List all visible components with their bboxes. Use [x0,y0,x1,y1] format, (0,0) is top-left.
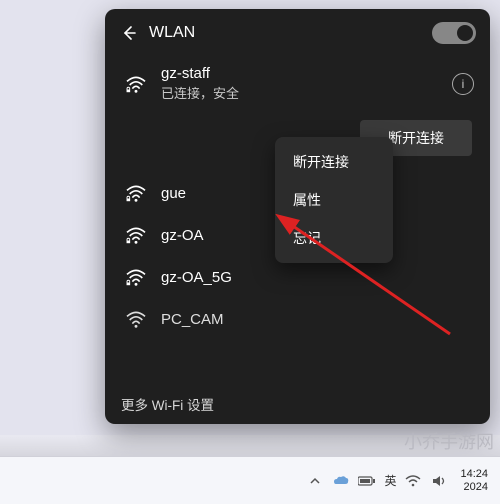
flyout-title: WLAN [149,24,432,42]
wifi-signal-icon [123,227,149,245]
network-info-button[interactable]: i [452,73,474,95]
wifi-toggle[interactable] [432,22,476,44]
ctx-disconnect[interactable]: 断开连接 [275,143,393,181]
tray-chevron-icon[interactable] [306,472,324,490]
taskbar-shadow [0,436,500,456]
network-name: gue [161,185,186,202]
battery-icon[interactable] [358,472,376,490]
wifi-flyout-panel: WLAN gz-staff 已连接，安全 i [105,9,490,424]
onedrive-icon[interactable] [332,472,350,490]
wifi-signal-icon [123,76,149,94]
network-name: gz-OA [161,227,204,244]
system-tray: 英 14:24 2024 [306,468,492,494]
network-name: gz-OA_5G [161,269,232,286]
network-text-block: gz-staff 已连接，安全 [161,65,452,102]
wifi-signal-icon [123,185,149,203]
arrow-left-icon [121,25,137,41]
network-status: 已连接，安全 [161,83,452,102]
tray-volume-icon[interactable] [430,472,448,490]
wifi-signal-icon [123,269,149,287]
taskbar: 英 14:24 2024 [0,456,500,504]
network-item[interactable]: PC_CAM [105,298,490,340]
taskbar-clock[interactable]: 14:24 2024 [456,468,492,494]
back-button[interactable] [115,19,143,47]
info-icon: i [462,77,465,91]
tray-wifi-icon[interactable] [404,472,422,490]
network-item-connected[interactable]: gz-staff 已连接，安全 i [105,55,490,108]
network-context-menu: 断开连接 属性 忘记 [275,137,393,263]
network-name: PC_CAM [161,311,224,328]
flyout-header: WLAN [105,9,490,55]
clock-date: 2024 [460,481,488,494]
ctx-properties[interactable]: 属性 [275,181,393,219]
more-wifi-settings-link[interactable]: 更多 Wi-Fi 设置 [121,394,214,414]
ctx-forget[interactable]: 忘记 [275,219,393,257]
wifi-signal-icon [123,311,149,329]
ime-indicator[interactable]: 英 [384,472,396,489]
network-name: gz-staff [161,65,452,82]
clock-time: 14:24 [460,468,488,481]
